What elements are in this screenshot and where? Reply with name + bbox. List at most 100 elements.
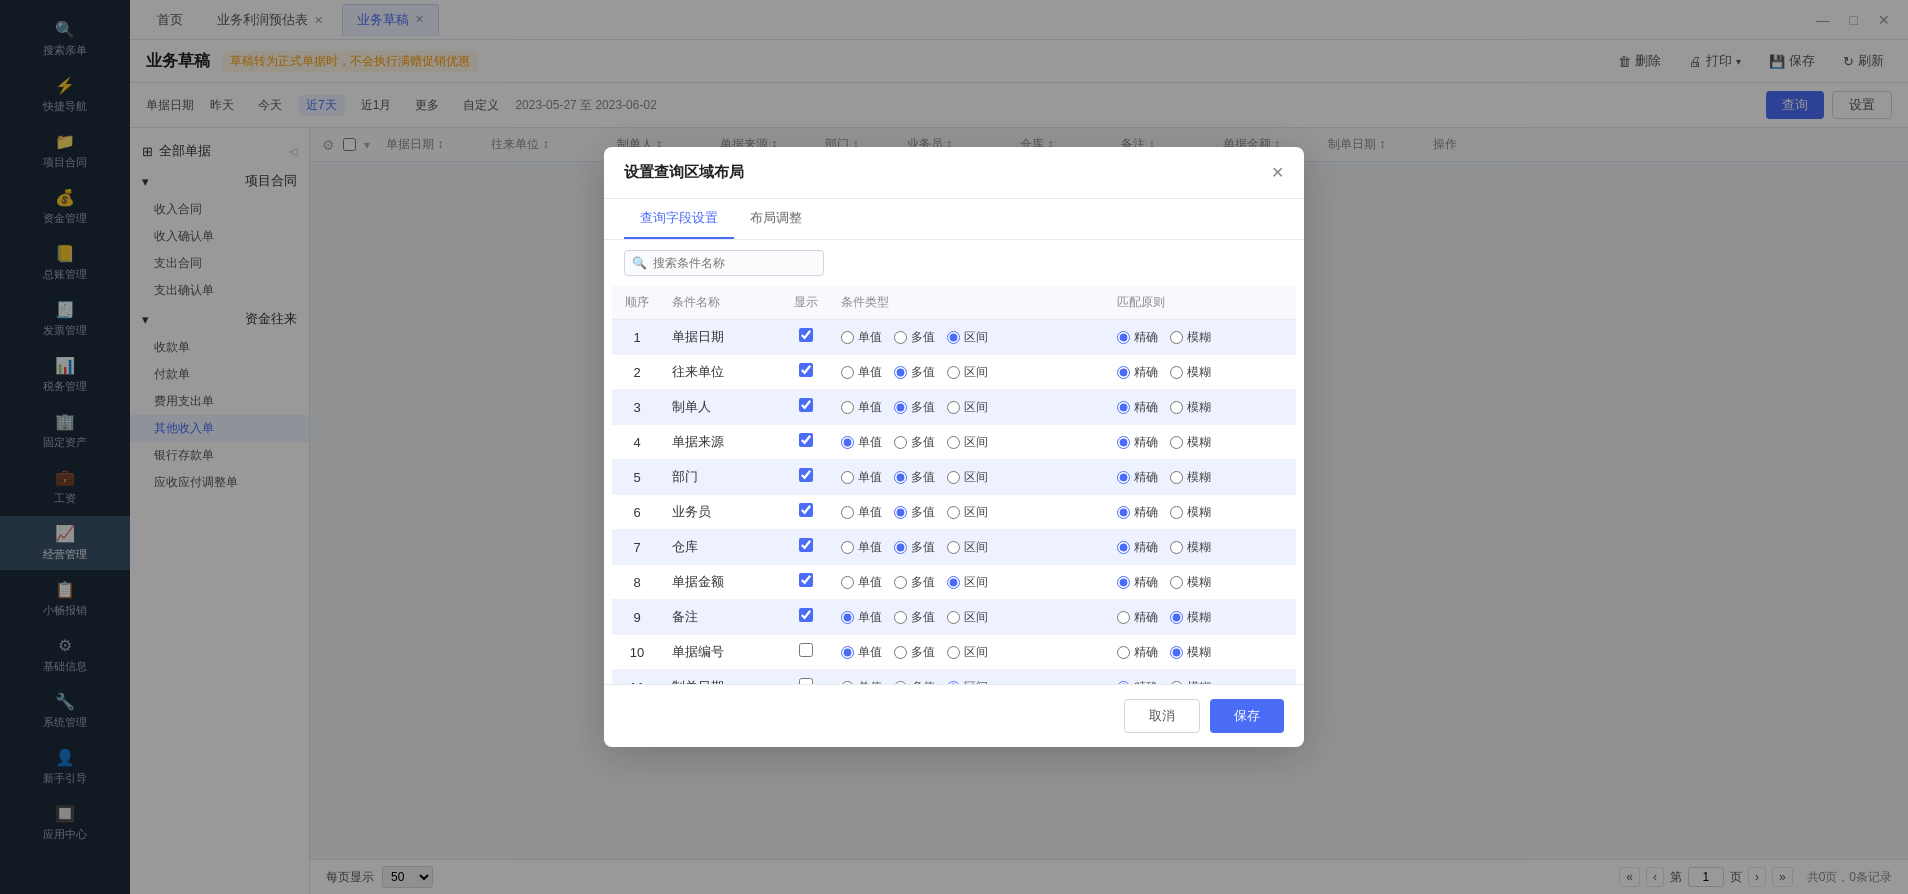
visible-checkbox[interactable] bbox=[799, 468, 813, 482]
cell-name: 部门 bbox=[662, 460, 781, 495]
visible-checkbox[interactable] bbox=[799, 573, 813, 587]
dialog-close-btn[interactable]: ✕ bbox=[1271, 163, 1284, 182]
visible-checkbox[interactable] bbox=[799, 433, 813, 447]
radio-range[interactable]: 区间 bbox=[947, 644, 988, 661]
radio-single[interactable]: 单值 bbox=[841, 574, 882, 591]
visible-checkbox[interactable] bbox=[799, 363, 813, 377]
radio-exact[interactable]: 精确 bbox=[1117, 434, 1158, 451]
cell-match: 精确模糊 bbox=[1107, 565, 1296, 600]
radio-range[interactable]: 区间 bbox=[947, 609, 988, 626]
radio-single[interactable]: 单值 bbox=[841, 609, 882, 626]
radio-range[interactable]: 区间 bbox=[947, 364, 988, 381]
radio-multiple[interactable]: 多值 bbox=[894, 574, 935, 591]
radio-fuzzy[interactable]: 模糊 bbox=[1170, 329, 1211, 346]
cell-visible bbox=[781, 425, 831, 455]
radio-exact[interactable]: 精确 bbox=[1117, 504, 1158, 521]
radio-exact[interactable]: 精确 bbox=[1117, 329, 1158, 346]
radio-multiple[interactable]: 多值 bbox=[894, 434, 935, 451]
cell-order: 2 bbox=[612, 355, 662, 390]
cell-type: 单值多值区间 bbox=[831, 460, 1107, 495]
radio-exact[interactable]: 精确 bbox=[1117, 574, 1158, 591]
radio-single[interactable]: 单值 bbox=[841, 329, 882, 346]
radio-exact[interactable]: 精确 bbox=[1117, 364, 1158, 381]
cell-order: 6 bbox=[612, 495, 662, 530]
visible-checkbox[interactable] bbox=[799, 608, 813, 622]
radio-exact[interactable]: 精确 bbox=[1117, 469, 1158, 486]
radio-multiple[interactable]: 多值 bbox=[894, 539, 935, 556]
cell-name: 单据编号 bbox=[662, 635, 781, 670]
radio-range[interactable]: 区间 bbox=[947, 504, 988, 521]
radio-fuzzy[interactable]: 模糊 bbox=[1170, 539, 1211, 556]
cell-type: 单值多值区间 bbox=[831, 320, 1107, 355]
radio-exact[interactable]: 精确 bbox=[1117, 644, 1158, 661]
radio-multiple[interactable]: 多值 bbox=[894, 644, 935, 661]
cell-name: 单据来源 bbox=[662, 425, 781, 460]
visible-checkbox[interactable] bbox=[799, 538, 813, 552]
radio-exact[interactable]: 精确 bbox=[1117, 609, 1158, 626]
cell-type: 单值多值区间 bbox=[831, 635, 1107, 670]
search-wrap: 🔍 bbox=[624, 250, 824, 276]
dialog-tabs: 查询字段设置 布局调整 bbox=[604, 199, 1304, 240]
radio-fuzzy[interactable]: 模糊 bbox=[1170, 364, 1211, 381]
tab-field-settings[interactable]: 查询字段设置 bbox=[624, 199, 734, 239]
search-icon: 🔍 bbox=[632, 256, 647, 270]
visible-checkbox[interactable] bbox=[799, 398, 813, 412]
radio-range[interactable]: 区间 bbox=[947, 539, 988, 556]
table-row: 8单据金额单值多值区间精确模糊 bbox=[612, 565, 1296, 600]
radio-multiple[interactable]: 多值 bbox=[894, 504, 935, 521]
cell-type: 单值多值区间 bbox=[831, 355, 1107, 390]
cell-visible bbox=[781, 530, 831, 560]
cell-visible bbox=[781, 670, 831, 684]
cell-name: 单据日期 bbox=[662, 320, 781, 355]
radio-single[interactable]: 单值 bbox=[841, 469, 882, 486]
radio-multiple[interactable]: 多值 bbox=[894, 329, 935, 346]
cancel-button[interactable]: 取消 bbox=[1124, 699, 1200, 733]
radio-single[interactable]: 单值 bbox=[841, 364, 882, 381]
radio-single[interactable]: 单值 bbox=[841, 399, 882, 416]
radio-fuzzy[interactable]: 模糊 bbox=[1170, 399, 1211, 416]
cell-name: 往来单位 bbox=[662, 355, 781, 390]
radio-range[interactable]: 区间 bbox=[947, 469, 988, 486]
tab-layout[interactable]: 布局调整 bbox=[734, 199, 818, 239]
cell-match: 精确模糊 bbox=[1107, 320, 1296, 355]
radio-fuzzy[interactable]: 模糊 bbox=[1170, 609, 1211, 626]
visible-checkbox[interactable] bbox=[799, 643, 813, 657]
radio-exact[interactable]: 精确 bbox=[1117, 539, 1158, 556]
visible-checkbox[interactable] bbox=[799, 328, 813, 342]
radio-fuzzy[interactable]: 模糊 bbox=[1170, 434, 1211, 451]
visible-checkbox[interactable] bbox=[799, 503, 813, 517]
radio-exact[interactable]: 精确 bbox=[1117, 399, 1158, 416]
radio-single[interactable]: 单值 bbox=[841, 539, 882, 556]
radio-multiple[interactable]: 多值 bbox=[894, 469, 935, 486]
radio-fuzzy[interactable]: 模糊 bbox=[1170, 469, 1211, 486]
cell-order: 10 bbox=[612, 635, 662, 670]
cell-visible bbox=[781, 460, 831, 490]
table-row: 1单据日期单值多值区间精确模糊 bbox=[612, 320, 1296, 355]
cell-order: 9 bbox=[612, 600, 662, 635]
radio-multiple[interactable]: 多值 bbox=[894, 364, 935, 381]
radio-single[interactable]: 单值 bbox=[841, 504, 882, 521]
cell-order: 3 bbox=[612, 390, 662, 425]
dialog-search-area: 🔍 bbox=[604, 240, 1304, 286]
radio-range[interactable]: 区间 bbox=[947, 574, 988, 591]
radio-multiple[interactable]: 多值 bbox=[894, 609, 935, 626]
table-row: 3制单人单值多值区间精确模糊 bbox=[612, 390, 1296, 425]
cell-match: 精确模糊 bbox=[1107, 530, 1296, 565]
radio-single[interactable]: 单值 bbox=[841, 644, 882, 661]
dialog-overlay: 设置查询区域布局 ✕ 查询字段设置 布局调整 🔍 顺序 条件名称 bbox=[0, 0, 1908, 894]
radio-range[interactable]: 区间 bbox=[947, 434, 988, 451]
condition-search-input[interactable] bbox=[624, 250, 824, 276]
dialog-body: 查询字段设置 布局调整 🔍 顺序 条件名称 显示 条件类型 bbox=[604, 199, 1304, 684]
radio-fuzzy[interactable]: 模糊 bbox=[1170, 574, 1211, 591]
save-button[interactable]: 保存 bbox=[1210, 699, 1284, 733]
radio-range[interactable]: 区间 bbox=[947, 399, 988, 416]
table-row: 11制单日期单值多值区间精确模糊 bbox=[612, 670, 1296, 685]
radio-single[interactable]: 单值 bbox=[841, 434, 882, 451]
radio-range[interactable]: 区间 bbox=[947, 329, 988, 346]
radio-fuzzy[interactable]: 模糊 bbox=[1170, 504, 1211, 521]
cell-match: 精确模糊 bbox=[1107, 670, 1296, 685]
radio-fuzzy[interactable]: 模糊 bbox=[1170, 644, 1211, 661]
radio-multiple[interactable]: 多值 bbox=[894, 399, 935, 416]
cell-name: 业务员 bbox=[662, 495, 781, 530]
cell-match: 精确模糊 bbox=[1107, 425, 1296, 460]
